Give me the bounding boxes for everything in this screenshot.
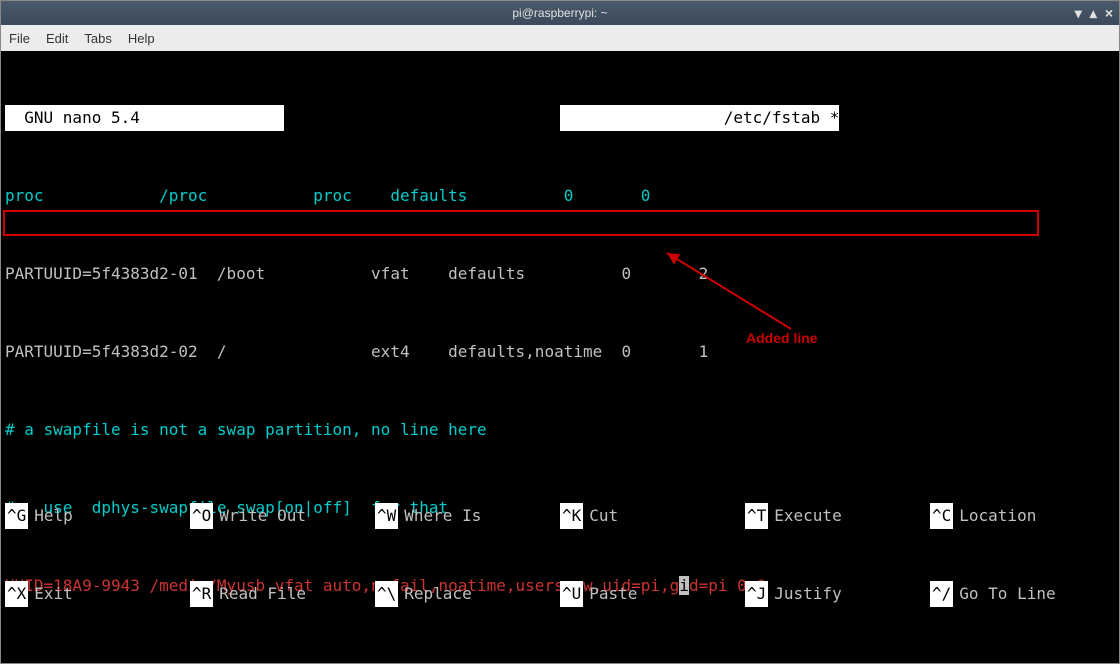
help-label: Cut	[589, 503, 618, 529]
nano-help-bar: ^GHelp ^OWrite Out ^WWhere Is ^KCut ^TEx…	[5, 451, 1115, 659]
help-key: ^J	[745, 581, 768, 607]
help-key: ^G	[5, 503, 28, 529]
help-key: ^U	[560, 581, 583, 607]
help-label: Replace	[404, 581, 471, 607]
help-row-1: ^GHelp ^OWrite Out ^WWhere Is ^KCut ^TEx…	[5, 503, 1115, 529]
help-key: ^X	[5, 581, 28, 607]
help-label: Justify	[774, 581, 841, 607]
nano-header: GNU nano 5.4 /etc/fstab *	[5, 105, 1115, 131]
help-label: Write Out	[219, 503, 306, 529]
titlebar[interactable]: pi@raspberrypi: ~ ▾ ▴ ×	[1, 1, 1119, 25]
help-key: ^/	[930, 581, 953, 607]
nano-app-name: GNU nano 5.4	[5, 105, 284, 131]
help-label: Execute	[774, 503, 841, 529]
help-key: ^W	[375, 503, 398, 529]
help-label: Help	[34, 503, 73, 529]
help-label: Location	[959, 503, 1036, 529]
minimize-button[interactable]: ▾	[1075, 5, 1082, 22]
help-label: Read File	[219, 581, 306, 607]
help-key: ^K	[560, 503, 583, 529]
fstab-comment-1: # a swapfile is not a swap partition, no…	[5, 417, 1115, 443]
window-controls: ▾ ▴ ×	[1075, 5, 1113, 22]
menu-help[interactable]: Help	[128, 31, 155, 46]
window-title: pi@raspberrypi: ~	[512, 6, 607, 20]
close-button[interactable]: ×	[1105, 5, 1113, 22]
annotation-label: Added line	[746, 325, 818, 351]
annotation-box	[3, 210, 1039, 236]
help-label: Go To Line	[959, 581, 1055, 607]
help-label: Where Is	[404, 503, 481, 529]
menu-file[interactable]: File	[9, 31, 30, 46]
help-key: ^\	[375, 581, 398, 607]
help-row-2: ^XExit ^RRead File ^\Replace ^UPaste ^JJ…	[5, 581, 1115, 607]
menu-edit[interactable]: Edit	[46, 31, 68, 46]
fstab-line-1: proc /proc proc defaults 0 0	[5, 183, 1115, 209]
help-key: ^C	[930, 503, 953, 529]
help-label: Paste	[589, 581, 637, 607]
maximize-button[interactable]: ▴	[1090, 5, 1097, 22]
help-key: ^T	[745, 503, 768, 529]
help-key: ^O	[190, 503, 213, 529]
fstab-line-3: PARTUUID=5f4383d2-02 / ext4 defaults,noa…	[5, 339, 1115, 365]
nano-filename: /etc/fstab *	[560, 105, 839, 131]
fstab-line-2: PARTUUID=5f4383d2-01 /boot vfat defaults…	[5, 261, 1115, 287]
terminal-area[interactable]: GNU nano 5.4 /etc/fstab * proc /proc pro…	[1, 51, 1119, 663]
menu-tabs[interactable]: Tabs	[84, 31, 111, 46]
help-key: ^R	[190, 581, 213, 607]
window-frame: pi@raspberrypi: ~ ▾ ▴ × File Edit Tabs H…	[0, 0, 1120, 664]
menubar: File Edit Tabs Help	[1, 25, 1119, 51]
help-label: Exit	[34, 581, 73, 607]
